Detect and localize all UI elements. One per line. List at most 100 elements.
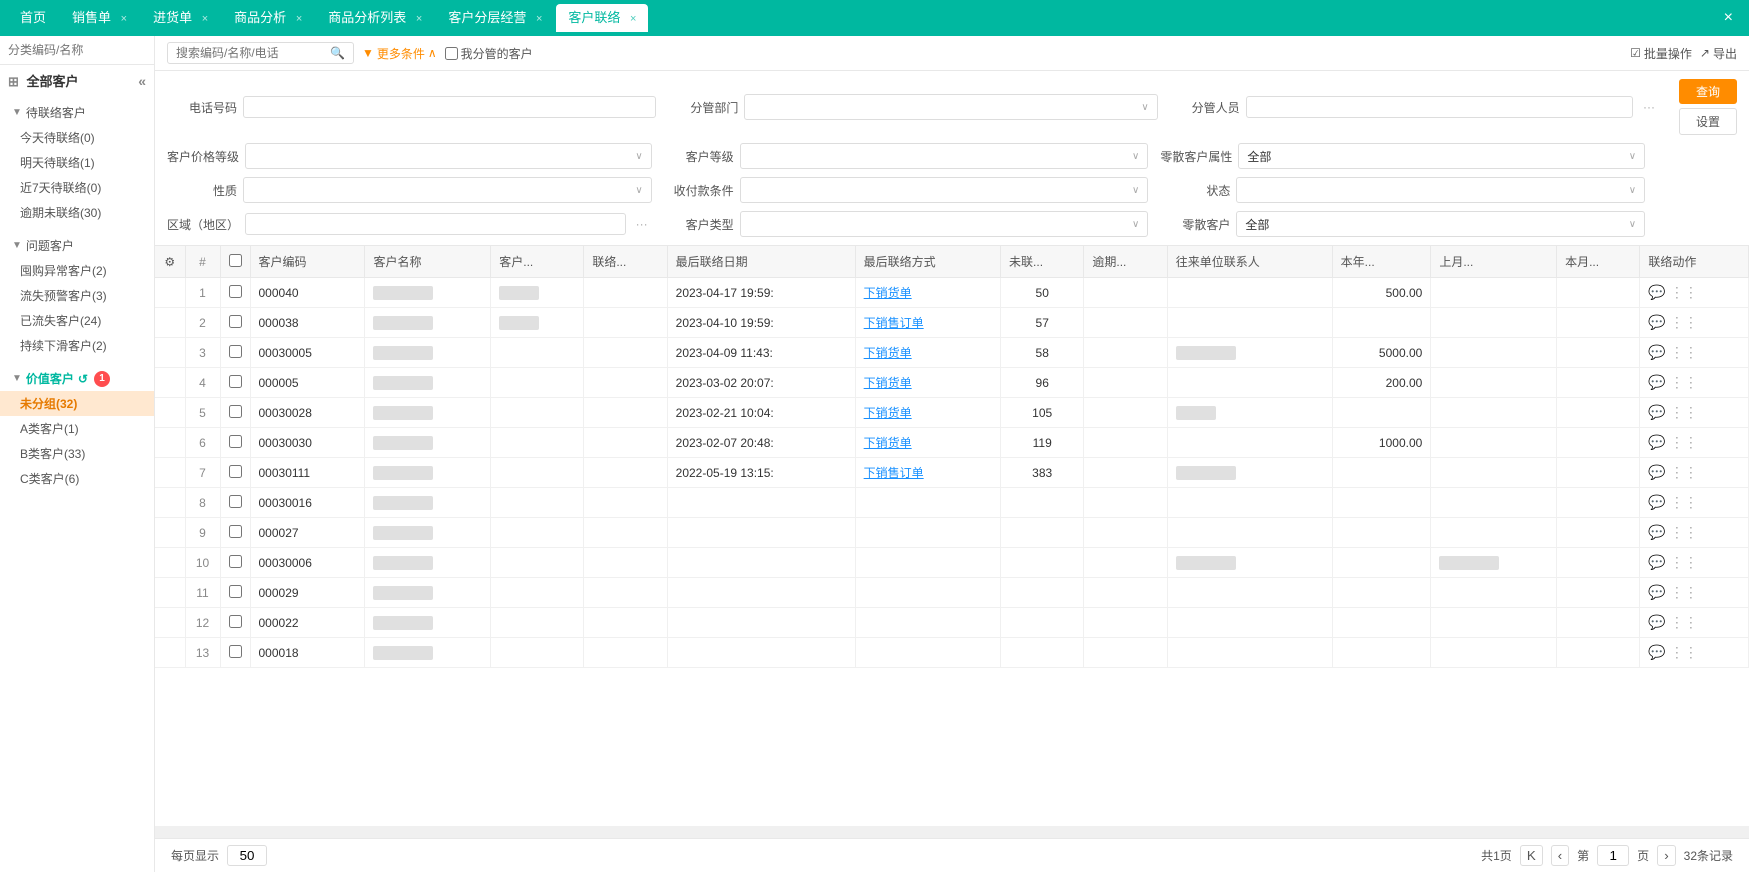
- filter-search-icon[interactable]: 🔍: [330, 46, 345, 60]
- more-action-icon[interactable]: ⋮⋮: [1670, 554, 1698, 571]
- sidebar-item-class-c[interactable]: C类客户(6): [0, 466, 154, 491]
- phone-action-icon[interactable]: 💬: [1648, 374, 1665, 391]
- sidebar-group-value-title[interactable]: ▼ 价值客户 ↺ 1: [0, 366, 154, 391]
- collapse-btn[interactable]: «: [138, 73, 146, 89]
- td-last-method[interactable]: [855, 578, 1000, 608]
- next-page-btn[interactable]: ›: [1657, 845, 1675, 866]
- row-checkbox[interactable]: [229, 645, 242, 658]
- nav-analysis-list-close[interactable]: ×: [416, 13, 422, 25]
- more-action-icon[interactable]: ⋮⋮: [1670, 494, 1698, 511]
- more-action-icon[interactable]: ⋮⋮: [1670, 344, 1698, 361]
- td-checkbox[interactable]: [220, 308, 250, 338]
- row-checkbox[interactable]: [229, 525, 242, 538]
- td-last-method[interactable]: 下销货单: [855, 368, 1000, 398]
- td-checkbox[interactable]: [220, 428, 250, 458]
- td-checkbox[interactable]: [220, 398, 250, 428]
- row-checkbox[interactable]: [229, 585, 242, 598]
- td-last-method[interactable]: 下销售订单: [855, 308, 1000, 338]
- sidebar-group-problem-title[interactable]: ▼ 问题客户: [0, 233, 154, 258]
- sidebar-item-abnormal[interactable]: 囤购异常客户(2): [0, 258, 154, 283]
- method-link[interactable]: 下销货单: [864, 376, 912, 390]
- phone-action-icon[interactable]: 💬: [1648, 494, 1665, 511]
- row-checkbox[interactable]: [229, 375, 242, 388]
- nav-sales[interactable]: 销售单 ×: [60, 4, 139, 32]
- refresh-icon[interactable]: ↺: [78, 372, 88, 386]
- payment-select[interactable]: ∨: [740, 177, 1149, 203]
- nav-analysis[interactable]: 商品分析 ×: [222, 4, 314, 32]
- scroll-bar[interactable]: [155, 826, 1749, 838]
- td-checkbox[interactable]: [220, 488, 250, 518]
- more-action-icon[interactable]: ⋮⋮: [1670, 434, 1698, 451]
- more-conditions-btn[interactable]: ▼ 更多条件 ∧: [362, 45, 437, 62]
- more-action-icon[interactable]: ⋮⋮: [1670, 614, 1698, 631]
- more-action-icon[interactable]: ⋮⋮: [1670, 314, 1698, 331]
- scattered-select[interactable]: 全部 ∨: [1236, 211, 1645, 237]
- td-last-method[interactable]: [855, 488, 1000, 518]
- row-checkbox[interactable]: [229, 345, 242, 358]
- td-last-method[interactable]: 下销货单: [855, 338, 1000, 368]
- phone-action-icon[interactable]: 💬: [1648, 404, 1665, 421]
- td-last-method[interactable]: [855, 548, 1000, 578]
- phone-action-icon[interactable]: 💬: [1648, 584, 1665, 601]
- sidebar-item-churned[interactable]: 已流失客户(24): [0, 308, 154, 333]
- col-gear[interactable]: ⚙: [155, 246, 185, 278]
- method-link[interactable]: 下销售订单: [864, 316, 924, 330]
- region-dots[interactable]: ···: [632, 217, 652, 231]
- td-last-method[interactable]: 下销货单: [855, 278, 1000, 308]
- price-tier-select[interactable]: ∨: [245, 143, 652, 169]
- sidebar-item-class-b[interactable]: B类客户(33): [0, 441, 154, 466]
- td-checkbox[interactable]: [220, 578, 250, 608]
- more-action-icon[interactable]: ⋮⋮: [1670, 374, 1698, 391]
- my-customers-check[interactable]: [445, 47, 458, 60]
- row-checkbox[interactable]: [229, 315, 242, 328]
- status-select[interactable]: ∨: [1236, 177, 1645, 203]
- td-checkbox[interactable]: [220, 458, 250, 488]
- phone-action-icon[interactable]: 💬: [1648, 434, 1665, 451]
- sidebar-item-today[interactable]: 今天待联络(0): [0, 125, 154, 150]
- sidebar-search-input[interactable]: [8, 43, 155, 57]
- more-action-icon[interactable]: ⋮⋮: [1670, 584, 1698, 601]
- method-link[interactable]: 下销货单: [864, 286, 912, 300]
- method-link[interactable]: 下销货单: [864, 406, 912, 420]
- select-all-checkbox[interactable]: [229, 254, 242, 267]
- batch-ops-btn[interactable]: ☑ 批量操作: [1630, 45, 1692, 62]
- phone-action-icon[interactable]: 💬: [1648, 614, 1665, 631]
- cust-tier-select[interactable]: ∨: [740, 143, 1149, 169]
- more-action-icon[interactable]: ⋮⋮: [1670, 644, 1698, 661]
- more-action-icon[interactable]: ⋮⋮: [1670, 284, 1698, 301]
- method-link[interactable]: 下销货单: [864, 346, 912, 360]
- td-checkbox[interactable]: [220, 638, 250, 668]
- nav-analysis-close[interactable]: ×: [296, 13, 302, 25]
- all-customers-header[interactable]: ⊞ 全部客户 «: [0, 65, 154, 96]
- sidebar-item-overdue[interactable]: 逾期未联络(30): [0, 200, 154, 225]
- export-btn[interactable]: ↗ 导出: [1700, 45, 1737, 62]
- manager-dots[interactable]: ···: [1639, 100, 1659, 114]
- row-checkbox[interactable]: [229, 465, 242, 478]
- nav-customer-contact-close[interactable]: ×: [630, 13, 636, 25]
- row-checkbox[interactable]: [229, 405, 242, 418]
- phone-input[interactable]: [243, 96, 656, 118]
- nav-sales-close[interactable]: ×: [121, 13, 127, 25]
- sidebar-item-tomorrow[interactable]: 明天待联络(1): [0, 150, 154, 175]
- sidebar-item-class-a[interactable]: A类客户(1): [0, 416, 154, 441]
- row-checkbox[interactable]: [229, 555, 242, 568]
- more-action-icon[interactable]: ⋮⋮: [1670, 404, 1698, 421]
- phone-action-icon[interactable]: 💬: [1648, 644, 1665, 661]
- method-link[interactable]: 下销售订单: [864, 466, 924, 480]
- dept-select[interactable]: ∨: [744, 94, 1157, 120]
- td-checkbox[interactable]: [220, 368, 250, 398]
- phone-action-icon[interactable]: 💬: [1648, 314, 1665, 331]
- filter-search-input[interactable]: [176, 46, 326, 60]
- nav-purchase[interactable]: 进货单 ×: [141, 4, 220, 32]
- row-checkbox[interactable]: [229, 615, 242, 628]
- sidebar-group-pending-title[interactable]: ▼ 待联络客户: [0, 100, 154, 125]
- sidebar-item-7days[interactable]: 近7天待联络(0): [0, 175, 154, 200]
- td-checkbox[interactable]: [220, 338, 250, 368]
- td-last-method[interactable]: 下销售订单: [855, 458, 1000, 488]
- td-checkbox[interactable]: [220, 548, 250, 578]
- scattered-attr-select[interactable]: 全部 ∨: [1238, 143, 1645, 169]
- manager-input[interactable]: [1246, 96, 1633, 118]
- td-last-method[interactable]: 下销货单: [855, 398, 1000, 428]
- phone-action-icon[interactable]: 💬: [1648, 524, 1665, 541]
- sidebar-item-declining[interactable]: 持续下滑客户(2): [0, 333, 154, 358]
